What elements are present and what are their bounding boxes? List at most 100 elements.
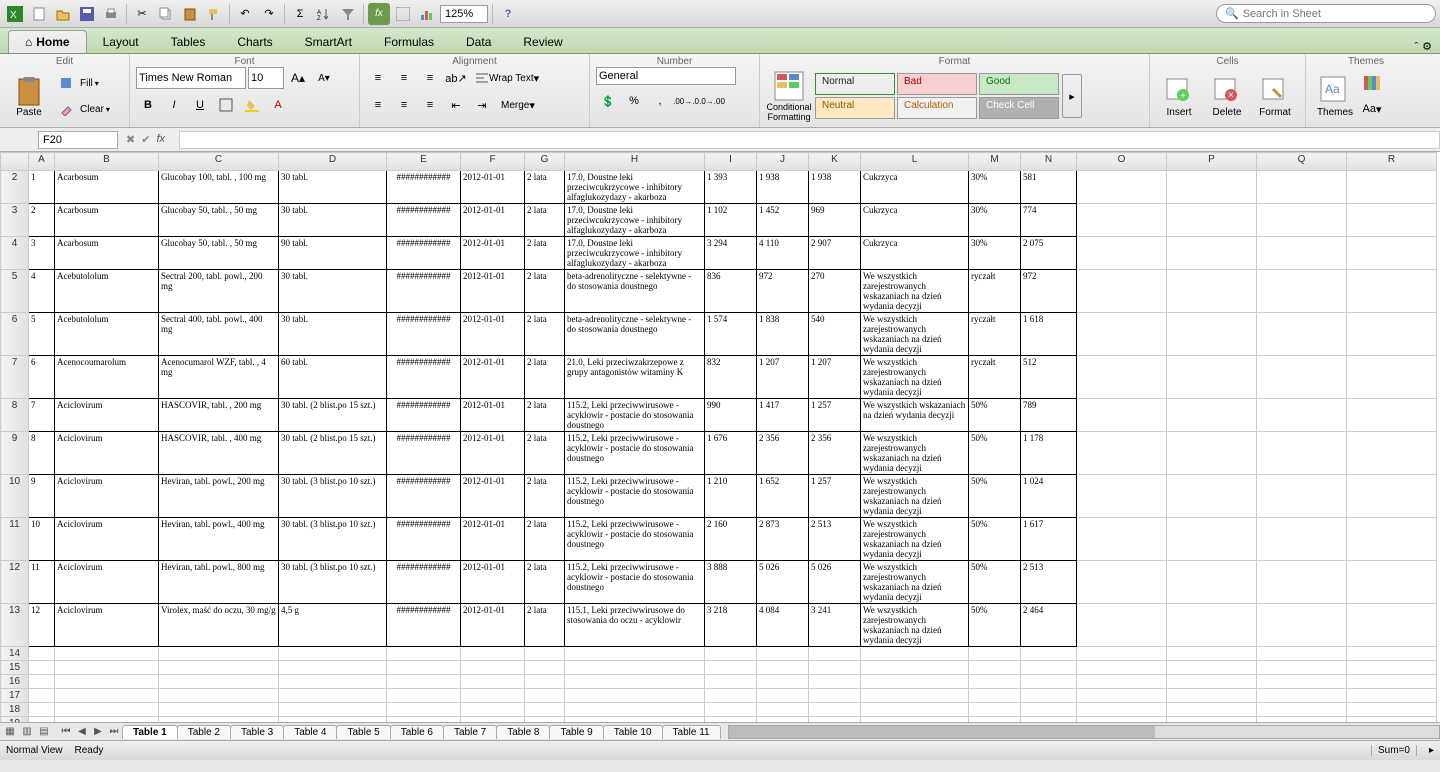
cell[interactable]: 60 tabl. [279,356,387,399]
cell[interactable] [1347,313,1437,356]
cell[interactable]: 581 [1021,171,1077,204]
cell[interactable] [1257,270,1347,313]
sheet-tab[interactable]: Table 4 [283,725,337,739]
cell[interactable] [159,675,279,689]
cell[interactable] [1167,561,1257,604]
cell[interactable] [387,661,461,675]
tab-prev-icon[interactable]: ◀ [74,725,90,739]
cell[interactable] [279,717,387,723]
cell[interactable] [1077,171,1167,204]
font-size-select[interactable] [248,67,284,89]
cell[interactable] [565,661,705,675]
fill-color-button[interactable] [240,94,264,116]
cell[interactable] [1347,475,1437,518]
style-calculation[interactable]: Calculation [897,97,977,119]
cell[interactable] [705,661,757,675]
cell[interactable] [809,703,861,717]
column-header[interactable]: G [525,153,565,171]
tab-formulas[interactable]: Formulas [368,31,450,53]
clear-button[interactable] [54,98,78,120]
cell[interactable]: 2 075 [1021,237,1077,270]
column-header[interactable]: H [565,153,705,171]
sheet-tab[interactable]: Table 7 [443,725,497,739]
cell[interactable]: Aciclovirum [55,432,159,475]
themes-button[interactable]: AaThemes [1312,67,1358,125]
cell[interactable]: 2 lata [525,171,565,204]
cell[interactable]: Acenocumarol WZF, tabl. , 4 mg [159,356,279,399]
sort-icon[interactable]: AZ [313,3,335,25]
cell[interactable]: 1 102 [705,204,757,237]
tab-review[interactable]: Review [507,31,578,53]
cell[interactable]: 1 [29,171,55,204]
cell[interactable]: 30 tabl. (3 blist.po 10 szt.) [279,561,387,604]
underline-button[interactable]: U [188,94,212,116]
cell[interactable] [861,661,969,675]
paste-button[interactable]: Paste [6,67,52,125]
cell[interactable] [1077,661,1167,675]
style-good[interactable]: Good [979,73,1059,95]
cell[interactable]: 270 [809,270,861,313]
cell[interactable]: 1 417 [757,399,809,432]
cell[interactable]: We wszystkich wskazaniach na dzień wydan… [861,399,969,432]
cell[interactable] [159,717,279,723]
cell[interactable]: 10 [29,518,55,561]
help-icon[interactable]: ? [497,3,519,25]
cell[interactable]: 2 873 [757,518,809,561]
cell[interactable] [1167,689,1257,703]
cell[interactable]: Aciclovirum [55,604,159,647]
cell[interactable]: 1 393 [705,171,757,204]
cell[interactable] [1347,237,1437,270]
cell[interactable] [1077,313,1167,356]
column-header[interactable]: E [387,153,461,171]
cell[interactable] [1257,703,1347,717]
cell[interactable]: 969 [809,204,861,237]
cell[interactable]: 115.1, Leki przeciwwirusowe do stosowani… [565,604,705,647]
cell[interactable] [705,717,757,723]
cell[interactable]: 2012-01-01 [461,399,525,432]
cell[interactable]: 5 [29,313,55,356]
cell[interactable]: Glucobay 50, tabl. , 50 mg [159,237,279,270]
column-header[interactable]: D [279,153,387,171]
style-neutral[interactable]: Neutral [815,97,895,119]
style-normal[interactable]: Normal [815,73,895,95]
cell[interactable] [1347,604,1437,647]
shrink-font-icon[interactable]: A▾ [312,67,336,89]
name-box[interactable] [38,131,118,149]
status-scroll-icon[interactable]: ▸ [1429,745,1434,756]
cell[interactable]: 2012-01-01 [461,313,525,356]
cell[interactable]: We wszystkich zarejestrowanych wskazania… [861,432,969,475]
cell[interactable]: 30% [969,171,1021,204]
cell[interactable]: 30 tabl. (3 blist.po 10 szt.) [279,518,387,561]
cell[interactable] [1347,675,1437,689]
currency-icon[interactable]: 💲 [596,90,620,112]
cell[interactable] [387,703,461,717]
cell[interactable]: 1 257 [809,475,861,518]
cell[interactable]: 115.2, Leki przeciwwirusowe - acyklowir … [565,399,705,432]
cell[interactable] [279,661,387,675]
cell[interactable]: 50% [969,475,1021,518]
cell[interactable]: 30 tabl. (2 blist.po 15 szt.) [279,432,387,475]
format-button[interactable]: Format [1252,67,1298,125]
cell[interactable]: 2 lata [525,475,565,518]
cell[interactable] [565,675,705,689]
cell[interactable]: Virolex, maść do oczu, 30 mg/g [159,604,279,647]
cell[interactable] [1167,171,1257,204]
cell[interactable] [705,647,757,661]
cell[interactable] [1347,171,1437,204]
column-header[interactable]: R [1347,153,1437,171]
cell[interactable]: 2 [29,204,55,237]
select-all-corner[interactable] [1,153,29,171]
cell[interactable] [969,675,1021,689]
cell[interactable] [1167,703,1257,717]
cell[interactable] [1257,604,1347,647]
cell[interactable] [1257,661,1347,675]
cell[interactable] [861,689,969,703]
column-header[interactable]: C [159,153,279,171]
cell[interactable]: 17.0, Doustne leki przeciwcukrzycowe - i… [565,237,705,270]
cell[interactable] [1077,717,1167,723]
chart-icon[interactable] [416,3,438,25]
cell[interactable] [1077,518,1167,561]
cell[interactable]: 1 024 [1021,475,1077,518]
search-box[interactable]: 🔍 [1216,4,1436,23]
column-header[interactable]: K [809,153,861,171]
